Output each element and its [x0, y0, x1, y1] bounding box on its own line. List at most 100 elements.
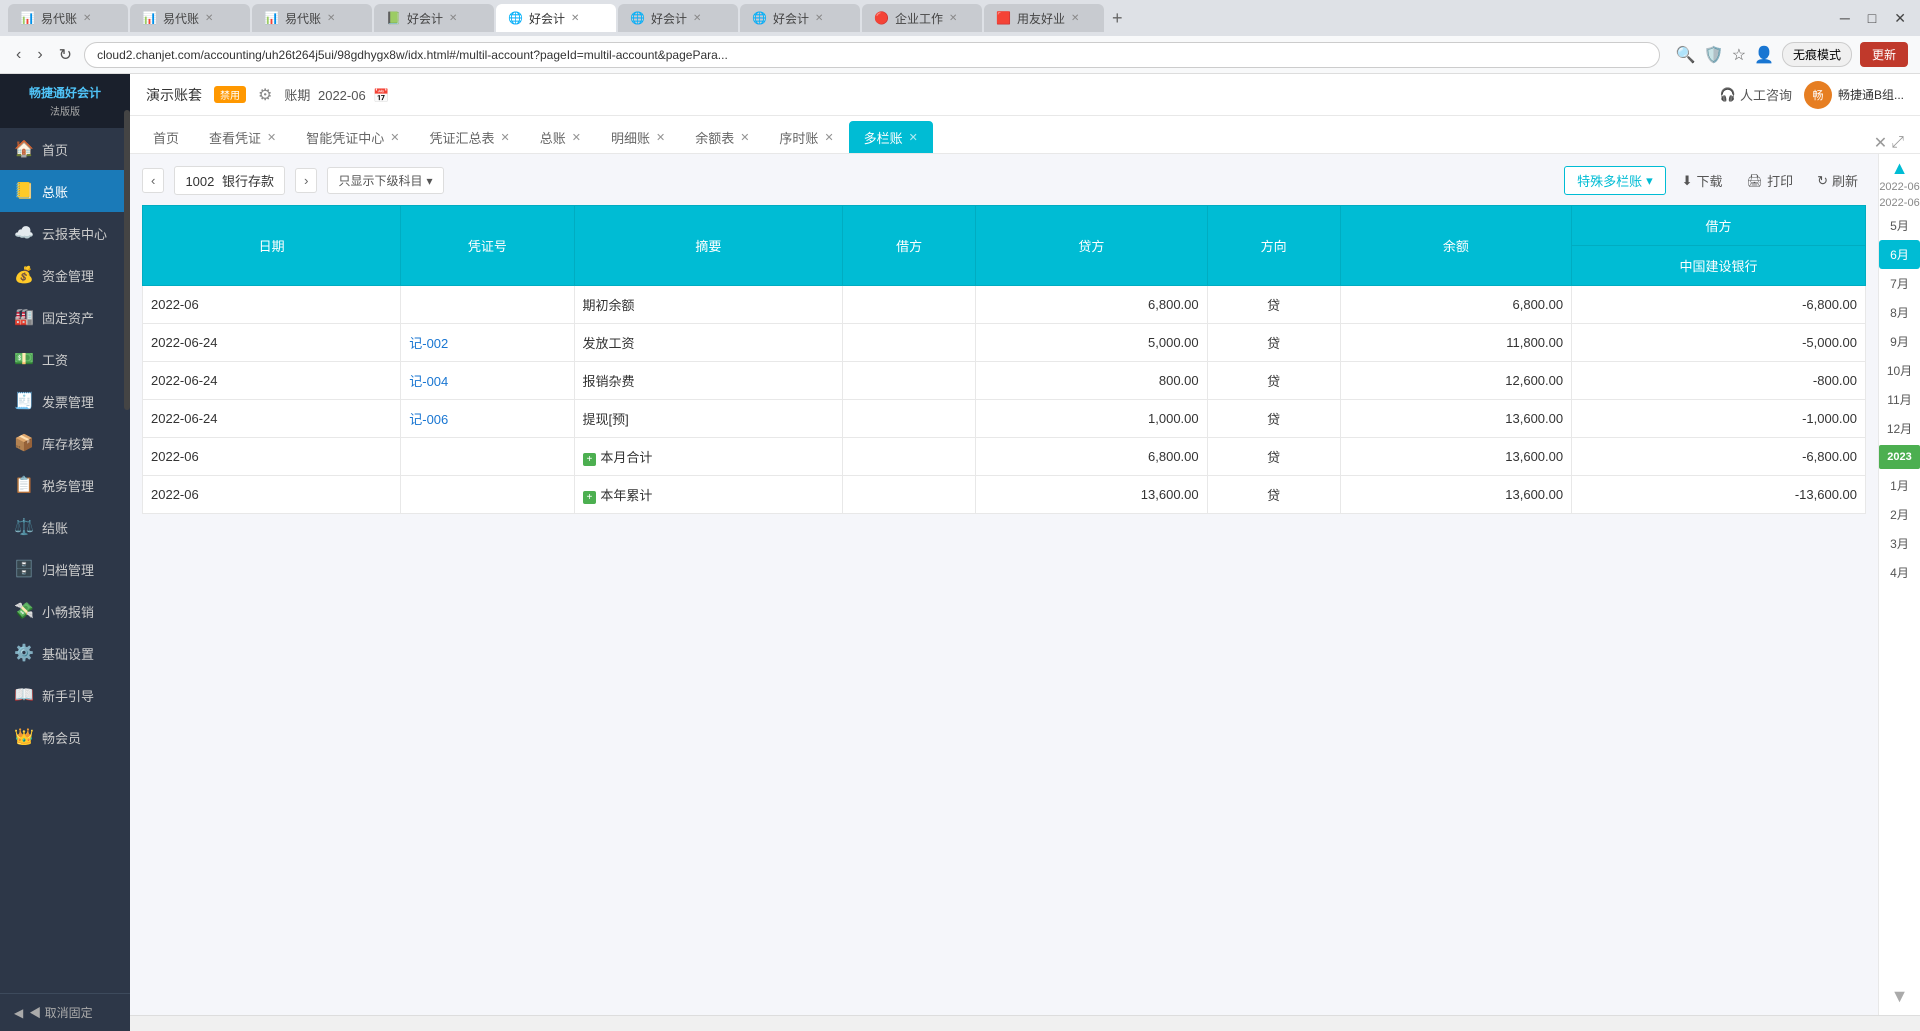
sidebar-item-invoice[interactable]: 🧾 发票管理 — [0, 380, 130, 422]
maximize-button[interactable]: □ — [1862, 8, 1882, 28]
forward-button[interactable]: › — [33, 42, 46, 68]
sidebar-item-home[interactable]: 🏠 首页 — [0, 128, 130, 170]
tab-home[interactable]: 首页 — [138, 121, 194, 153]
tab-journal[interactable]: 序时账 ✕ — [764, 121, 848, 153]
next-account-button[interactable]: › — [295, 168, 317, 193]
month-may[interactable]: 5月 — [1879, 211, 1920, 240]
browser-tab-1[interactable]: 📊易代账✕ — [8, 4, 128, 32]
close-panel-btn[interactable]: ✕ — [1874, 133, 1887, 153]
wuhen-button[interactable]: 无痕模式 — [1782, 42, 1852, 67]
month-november[interactable]: 11月 — [1879, 385, 1920, 414]
tab-balance[interactable]: 余额表 ✕ — [680, 121, 764, 153]
cancel-fixed-button[interactable]: ◀ ◀ 取消固定 — [0, 993, 130, 1031]
tab-close-8[interactable]: ✕ — [949, 13, 957, 24]
month-jan-2023[interactable]: 1月 — [1879, 471, 1920, 500]
star-icon[interactable]: ☆ — [1732, 45, 1746, 65]
account-selector[interactable]: 1002 银行存款 — [174, 166, 285, 195]
tab-close-multi-column[interactable]: ✕ — [909, 131, 918, 144]
tab-close-2[interactable]: ✕ — [205, 13, 213, 24]
print-button[interactable]: 🖨 打印 — [1739, 167, 1802, 194]
month-apr-2023[interactable]: 4月 — [1879, 558, 1920, 587]
download-button[interactable]: ⬇ 下载 — [1674, 167, 1731, 194]
browser-tab-7[interactable]: 🌐好会计✕ — [740, 4, 860, 32]
month-october[interactable]: 10月 — [1879, 356, 1920, 385]
horizontal-scrollbar[interactable] — [130, 1015, 1920, 1031]
tab-multi-column[interactable]: 多栏账 ✕ — [849, 121, 933, 153]
sidebar-item-close[interactable]: ⚖️ 结账 — [0, 506, 130, 548]
calendar-icon[interactable]: 📅 — [373, 88, 389, 103]
back-button[interactable]: ‹ — [12, 42, 25, 68]
reload-button[interactable]: ↻ — [55, 41, 76, 69]
voucher-link[interactable]: 记-004 — [409, 374, 448, 389]
month-august[interactable]: 8月 — [1879, 298, 1920, 327]
browser-tab-5[interactable]: 🌐好会计✕ — [496, 4, 616, 32]
tab-close-9[interactable]: ✕ — [1071, 13, 1079, 24]
tab-close-voucher-summary[interactable]: ✕ — [501, 131, 510, 144]
voucher-link[interactable]: 记-006 — [409, 412, 448, 427]
tab-close-smart-voucher[interactable]: ✕ — [390, 131, 399, 144]
tab-close-general-ledger[interactable]: ✕ — [572, 131, 581, 144]
month-june[interactable]: 6月 — [1879, 240, 1920, 269]
month-december[interactable]: 12月 — [1879, 414, 1920, 443]
voucher-link[interactable]: 记-002 — [409, 336, 448, 351]
address-input[interactable] — [84, 42, 1660, 68]
sidebar-item-assets[interactable]: 🏭 固定资产 — [0, 296, 130, 338]
shield-icon[interactable]: 🛡️ — [1704, 45, 1724, 65]
tab-close-7[interactable]: ✕ — [815, 13, 823, 24]
tab-detail-ledger[interactable]: 明细账 ✕ — [596, 121, 680, 153]
new-tab-button[interactable]: + — [1106, 8, 1129, 29]
sidebar-item-payroll[interactable]: 💵 工资 — [0, 338, 130, 380]
table-row: 2022-06-24 记-002 发放工资 5,000.00 贷 11,800.… — [143, 324, 1866, 362]
tab-close-4[interactable]: ✕ — [449, 13, 457, 24]
sidebar-item-expense[interactable]: 💸 小畅报销 — [0, 590, 130, 632]
tab-voucher-summary[interactable]: 凭证汇总表 ✕ — [414, 121, 524, 153]
tab-smart-voucher[interactable]: 智能凭证中心 ✕ — [291, 121, 414, 153]
user-avatar[interactable]: 畅 — [1804, 81, 1832, 109]
month-september[interactable]: 9月 — [1879, 327, 1920, 356]
tab-view-voucher[interactable]: 查看凭证 ✕ — [194, 121, 291, 153]
sidebar-item-inventory[interactable]: 📦 库存核算 — [0, 422, 130, 464]
sidebar-item-archive[interactable]: 🗄️ 归档管理 — [0, 548, 130, 590]
tab-close-6[interactable]: ✕ — [693, 13, 701, 24]
tab-close-view-voucher[interactable]: ✕ — [267, 131, 276, 144]
search-icon[interactable]: 🔍 — [1676, 45, 1696, 65]
refresh-button[interactable]: ↻ 刷新 — [1809, 167, 1866, 194]
settings-gear-icon[interactable]: ⚙ — [258, 85, 272, 105]
browser-tab-4[interactable]: 📗好会计✕ — [374, 4, 494, 32]
tab-close-3[interactable]: ✕ — [327, 13, 335, 24]
sidebar-item-cloud[interactable]: ☁️ 云报表中心 — [0, 212, 130, 254]
sidebar-item-ledger[interactable]: 📒 总账 — [0, 170, 130, 212]
special-multi-column-button[interactable]: 特殊多栏账 ▾ — [1564, 166, 1666, 195]
sidebar-item-fund[interactable]: 💰 资金管理 — [0, 254, 130, 296]
tab-close-1[interactable]: ✕ — [83, 13, 91, 24]
filter-subcategory-button[interactable]: 只显示下级科目 ▾ — [327, 167, 443, 194]
update-button[interactable]: 更新 — [1860, 42, 1908, 67]
browser-tab-6[interactable]: 🌐好会计✕ — [618, 4, 738, 32]
browser-tab-2[interactable]: 📊易代账✕ — [130, 4, 250, 32]
minimize-button[interactable]: ─ — [1834, 8, 1856, 28]
sidebar-item-settings[interactable]: ⚙️ 基础设置 — [0, 632, 130, 674]
help-button[interactable]: 🎧 人工咨询 — [1720, 85, 1792, 104]
tab-close-5[interactable]: ✕ — [571, 13, 579, 24]
browser-tab-8[interactable]: 🔴企业工作✕ — [862, 4, 982, 32]
tab-close-journal[interactable]: ✕ — [824, 131, 833, 144]
month-feb-2023[interactable]: 2月 — [1879, 500, 1920, 529]
tab-close-detail-ledger[interactable]: ✕ — [656, 131, 665, 144]
sidebar-item-tax[interactable]: 📋 税务管理 — [0, 464, 130, 506]
browser-tab-3[interactable]: 📊易代账✕ — [252, 4, 372, 32]
cell-debit — [843, 324, 976, 362]
scroll-up-button[interactable]: ▲ — [1891, 158, 1909, 179]
profile-icon[interactable]: 👤 — [1754, 45, 1774, 65]
month-july[interactable]: 7月 — [1879, 269, 1920, 298]
prev-account-button[interactable]: ‹ — [142, 168, 164, 193]
sidebar-item-member[interactable]: 👑 畅会员 — [0, 716, 130, 758]
sidebar-item-guide[interactable]: 📖 新手引导 — [0, 674, 130, 716]
month-mar-2023[interactable]: 3月 — [1879, 529, 1920, 558]
browser-tab-9[interactable]: 🟥用友好业✕ — [984, 4, 1104, 32]
cell-voucher — [401, 286, 574, 324]
expand-panel-btn[interactable]: ⤢ — [1891, 134, 1904, 152]
close-button[interactable]: ✕ — [1888, 8, 1912, 29]
tab-general-ledger[interactable]: 总账 ✕ — [525, 121, 596, 153]
tab-close-balance[interactable]: ✕ — [740, 131, 749, 144]
scroll-down-button[interactable]: ▼ — [1891, 986, 1909, 1007]
